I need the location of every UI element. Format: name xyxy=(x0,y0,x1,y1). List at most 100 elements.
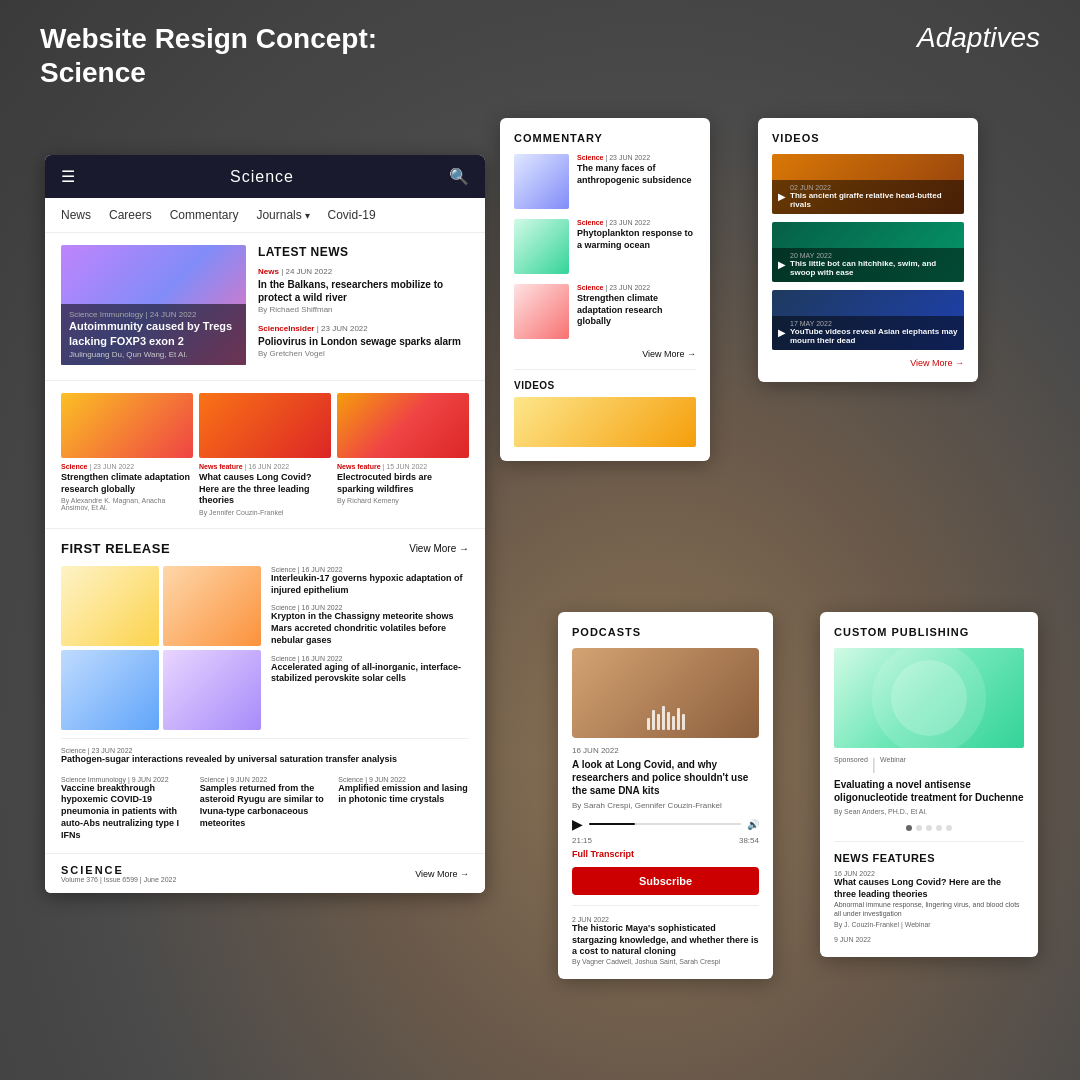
dot-2[interactable] xyxy=(916,825,922,831)
fr-img-2 xyxy=(163,566,261,646)
first-release-label: FIRST RELEASE xyxy=(61,541,170,556)
custom-label: CUSTOM PUBLISHING xyxy=(834,626,1024,638)
play-icon-3[interactable]: ▶ xyxy=(778,327,786,338)
dot-1[interactable] xyxy=(906,825,912,831)
view-more-first-release[interactable]: View More → xyxy=(409,543,469,554)
transcript-link[interactable]: Full Transcript xyxy=(572,849,759,859)
pod-meta2: 2 JUN 2022 xyxy=(572,916,759,923)
news-headline-1: In the Balkans, researchers mobilize to … xyxy=(258,278,469,304)
play-icon-1[interactable]: ▶ xyxy=(778,191,786,202)
nf-author-1: By J. Couzin-Frankel | Webinar xyxy=(834,921,1024,928)
phone-main: ☰ Science 🔍 News Careers Commentary Jour… xyxy=(45,155,485,893)
custom-title: Evaluating a novel antisense oligonucleo… xyxy=(834,778,1024,804)
comm-title-2: Phytoplankton response to a warming ocea… xyxy=(577,228,696,251)
time-total: 38:54 xyxy=(739,836,759,845)
fr-article-1[interactable]: Science | 16 JUN 2022 Interleukin-17 gov… xyxy=(271,566,469,596)
videos-card: VIDEOS ▶ 02 JUN 2022 This ancient giraff… xyxy=(758,118,978,382)
podcast-date: 16 JUN 2022 xyxy=(572,746,759,755)
card-title-1: Strengthen climate adaptation research g… xyxy=(61,472,193,495)
fr-cat-2: Science | 16 JUN 2022 xyxy=(271,604,469,611)
fr-bottom-2[interactable]: Science | 9 JUN 2022 Samples returned fr… xyxy=(200,776,331,841)
vid-thumb-small[interactable] xyxy=(514,397,696,447)
phone-title: Science xyxy=(230,168,294,186)
play-icon-2[interactable]: ▶ xyxy=(778,259,786,270)
hamburger-icon[interactable]: ☰ xyxy=(61,167,75,186)
hero-image[interactable]: Science Immunology | 24 JUN 2022 Autoimm… xyxy=(61,245,246,365)
comm-img-1 xyxy=(514,154,569,209)
card-3[interactable]: News feature | 15 JUN 2022 Electrocuted … xyxy=(337,393,469,516)
hero-section: Science Immunology | 24 JUN 2022 Autoimm… xyxy=(45,233,485,381)
fr-main-article[interactable]: Science | 23 JUN 2022 Pathogen-sugar int… xyxy=(61,738,469,766)
custom-tags: Sponsored | Webinar xyxy=(834,756,1024,774)
podcast-player: ▶ 🔊 xyxy=(572,816,759,832)
news-author-1: By Richaed Shiffman xyxy=(258,305,469,314)
search-icon[interactable]: 🔍 xyxy=(449,167,469,186)
fr-main-cat: Science | 23 JUN 2022 xyxy=(61,747,469,754)
fr-bottom-3[interactable]: Science | 9 JUN 2022 Amplified emission … xyxy=(338,776,469,841)
fr-bottom-1[interactable]: Science Immunology | 9 JUN 2022 Vaccine … xyxy=(61,776,192,841)
nav-careers[interactable]: Careers xyxy=(109,208,152,222)
nf-desc-1: Abnormal immune response, lingering viru… xyxy=(834,900,1024,918)
commentary-item-3[interactable]: Science | 23 JUN 2022 Strengthen climate… xyxy=(514,284,696,339)
news-item-1[interactable]: News | 24 JUN 2022 In the Balkans, resea… xyxy=(258,267,469,314)
nav-news[interactable]: News xyxy=(61,208,91,222)
commentary-item-1[interactable]: Science | 23 JUN 2022 The many faces of … xyxy=(514,154,696,209)
podcast-item-2[interactable]: 2 JUN 2022 The historic Maya's sophistic… xyxy=(572,905,759,965)
vid-img-3: ▶ 17 MAY 2022 YouTube videos reveal Asia… xyxy=(772,290,964,350)
podcast-play-btn[interactable]: ▶ xyxy=(572,816,583,832)
progress-bar[interactable] xyxy=(589,823,741,825)
vid-overlay-3: ▶ 17 MAY 2022 YouTube videos reveal Asia… xyxy=(772,316,964,350)
vid-overlay-1: ▶ 02 JUN 2022 This ancient giraffe relat… xyxy=(772,180,964,214)
dot-3[interactable] xyxy=(926,825,932,831)
fr-articles: Science | 16 JUN 2022 Interleukin-17 gov… xyxy=(271,566,469,730)
footer-meta: Volume 376 | Issue 6599 | June 2022 xyxy=(61,876,176,883)
fr-title-2: Krypton in the Chassigny meteorite shows… xyxy=(271,611,469,646)
three-cards: Science | 23 JUN 2022 Strengthen climate… xyxy=(45,381,485,529)
brand-label: Adaptives xyxy=(917,22,1040,54)
hero-authors: Jiulinguang Du, Qun Wang, Et Al. xyxy=(69,350,238,359)
phone-header: ☰ Science 🔍 xyxy=(45,155,485,198)
subscribe-button[interactable]: Subscribe xyxy=(572,867,759,895)
news-author-2: By Gretchen Vogel xyxy=(258,349,469,358)
hero-category: Science Immunology | 24 JUN 2022 xyxy=(69,310,238,319)
nav-journals[interactable]: Journals xyxy=(256,208,309,222)
comm-text-2: Science | 23 JUN 2022 Phytoplankton resp… xyxy=(577,219,696,274)
nav-covid[interactable]: Covid-19 xyxy=(328,208,376,222)
fr-article-3[interactable]: Science | 16 JUN 2022 Accelerated aging … xyxy=(271,655,469,685)
fr-cat-3: Science | 16 JUN 2022 xyxy=(271,655,469,662)
podcast-bars xyxy=(647,706,685,730)
dot-5[interactable] xyxy=(946,825,952,831)
commentary-item-2[interactable]: Science | 23 JUN 2022 Phytoplankton resp… xyxy=(514,219,696,274)
fr-cat-1: Science | 16 JUN 2022 xyxy=(271,566,469,573)
video-item-1[interactable]: ▶ 02 JUN 2022 This ancient giraffe relat… xyxy=(772,154,964,214)
video-item-3[interactable]: ▶ 17 MAY 2022 YouTube videos reveal Asia… xyxy=(772,290,964,350)
card-2[interactable]: News feature | 16 JUN 2022 What causes L… xyxy=(199,393,331,516)
dot-4[interactable] xyxy=(936,825,942,831)
fr-img-3 xyxy=(61,650,159,730)
card-author-3: By Richard Kemeny xyxy=(337,497,469,504)
vid-img-2: ▶ 20 MAY 2022 This little bot can hitchh… xyxy=(772,222,964,282)
podcast-img xyxy=(572,648,759,738)
comm-img-2 xyxy=(514,219,569,274)
nf-item-1[interactable]: 16 JUN 2022 What causes Long Covid? Here… xyxy=(834,870,1024,928)
footer-viewmore[interactable]: View More → xyxy=(415,869,469,879)
comm-text-1: Science | 23 JUN 2022 The many faces of … xyxy=(577,154,696,209)
first-release-section: FIRST RELEASE View More → Science | 16 J… xyxy=(45,529,485,854)
custom-img-overlay xyxy=(834,648,1024,748)
nav-commentary[interactable]: Commentary xyxy=(170,208,239,222)
vid-overlay-2: ▶ 20 MAY 2022 This little bot can hitchh… xyxy=(772,248,964,282)
card-1[interactable]: Science | 23 JUN 2022 Strengthen climate… xyxy=(61,393,193,516)
fr-img-4 xyxy=(163,650,261,730)
volume-icon[interactable]: 🔊 xyxy=(747,819,759,830)
comm-viewmore[interactable]: View More → xyxy=(514,349,696,359)
custom-card: CUSTOM PUBLISHING Sponsored | Webinar Ev… xyxy=(820,612,1038,957)
card-meta-2: News feature | 16 JUN 2022 xyxy=(199,463,331,470)
news-meta-2: ScienceInsider | 23 JUN 2022 xyxy=(258,324,469,333)
vid-viewmore[interactable]: View More → xyxy=(772,358,964,368)
news-item-2[interactable]: ScienceInsider | 23 JUN 2022 Poliovirus … xyxy=(258,324,469,358)
fr-images xyxy=(61,566,261,730)
videos-small: VIDEOS xyxy=(514,369,696,447)
fr-article-2[interactable]: Science | 16 JUN 2022 Krypton in the Cha… xyxy=(271,604,469,646)
video-item-2[interactable]: ▶ 20 MAY 2022 This little bot can hitchh… xyxy=(772,222,964,282)
card-img-1 xyxy=(61,393,193,458)
